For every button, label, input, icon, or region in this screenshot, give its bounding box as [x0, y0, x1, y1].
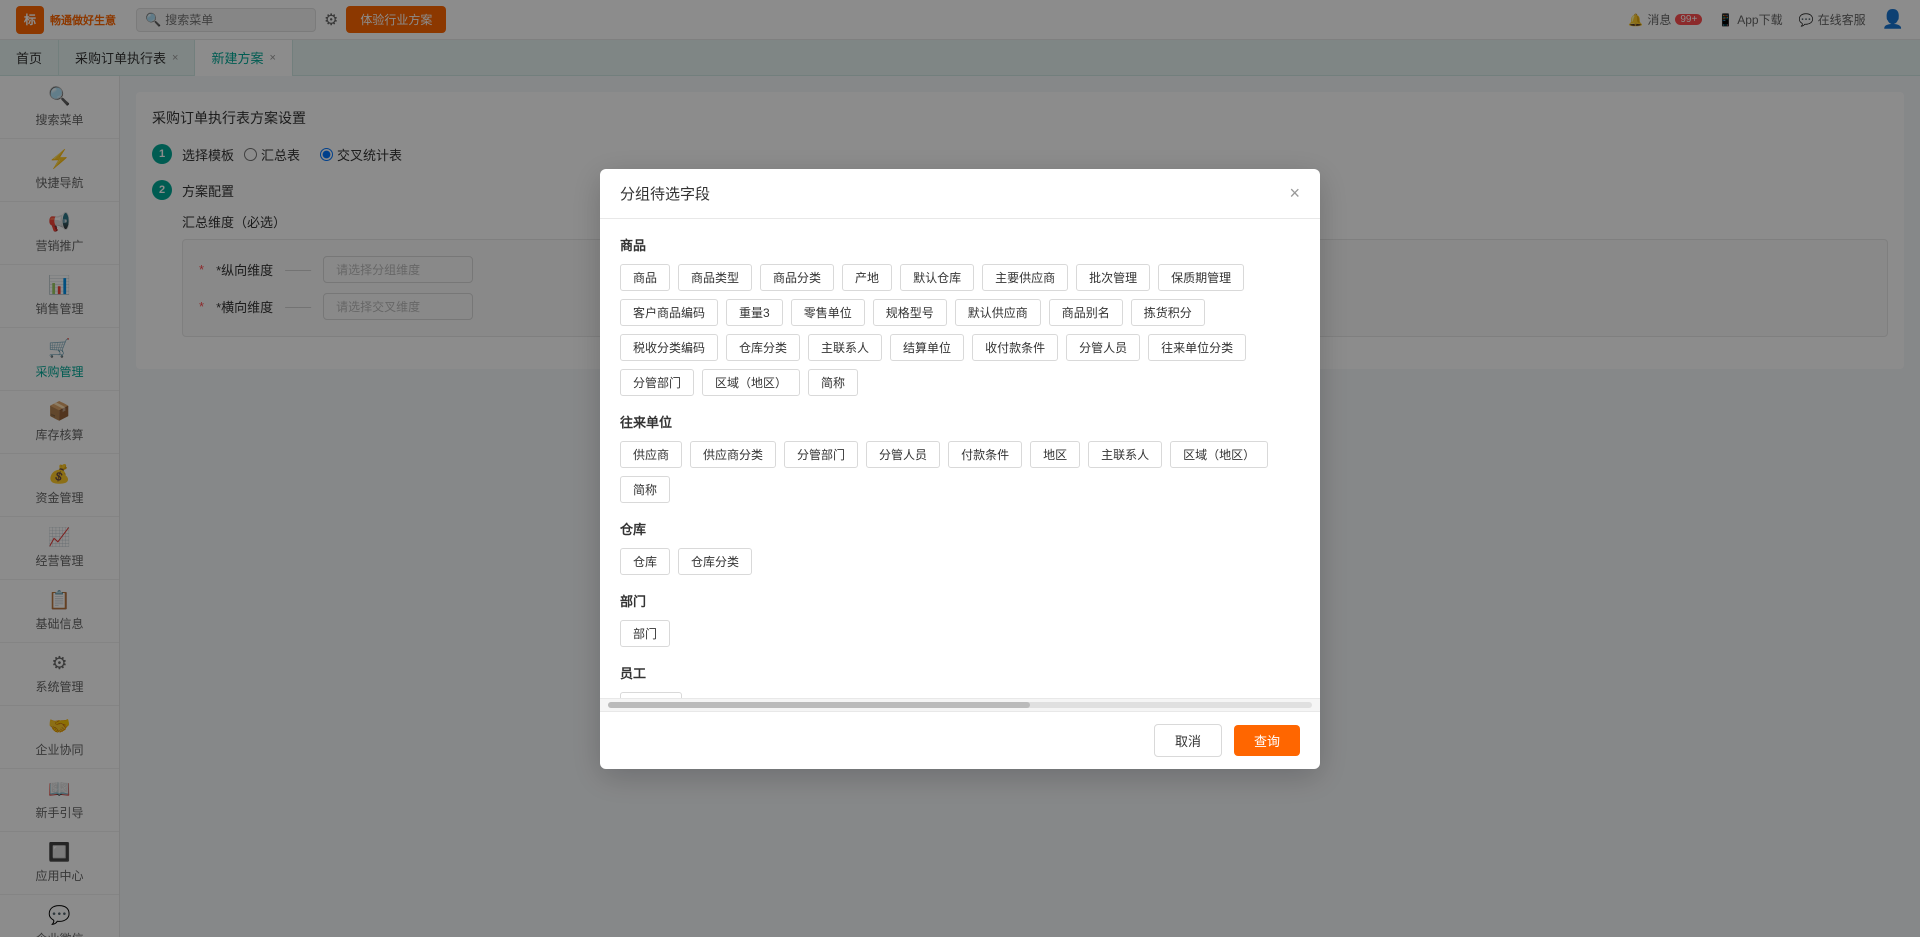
field-tag-manager[interactable]: 分管人员 [1066, 334, 1140, 361]
section-department: 部门 部门 [620, 591, 1300, 647]
field-tag-region-area-partner[interactable]: 区域（地区） [1170, 441, 1268, 468]
section-department-title: 部门 [620, 591, 1300, 610]
field-tag-warehouse-cat[interactable]: 仓库分类 [678, 548, 752, 575]
confirm-button[interactable]: 查询 [1234, 725, 1300, 756]
field-tag-retail-unit[interactable]: 零售单位 [791, 299, 865, 326]
modal-scrollbar-area [600, 698, 1320, 710]
modal-title: 分组待选字段 [620, 183, 710, 204]
field-tag-goods-type[interactable]: 商品类型 [678, 264, 752, 291]
field-tag-main-supplier[interactable]: 主要供应商 [982, 264, 1068, 291]
field-tag-region-goods[interactable]: 区域（地区） [702, 369, 800, 396]
section-partner: 往来单位 供应商 供应商分类 分管部门 分管人员 付款条件 地区 主联系人 区域… [620, 412, 1300, 503]
field-tag-supplier-category[interactable]: 供应商分类 [690, 441, 776, 468]
field-tag-warehouse[interactable]: 仓库 [620, 548, 670, 575]
field-tag-origin[interactable]: 产地 [842, 264, 892, 291]
field-tag-dept-partner[interactable]: 分管部门 [784, 441, 858, 468]
field-tag-goods-category[interactable]: 商品分类 [760, 264, 834, 291]
field-tag-goods[interactable]: 商品 [620, 264, 670, 291]
field-tag-default-supplier[interactable]: 默认供应商 [955, 299, 1041, 326]
section-warehouse: 仓库 仓库 仓库分类 [620, 519, 1300, 575]
section-employee: 员工 业务员 [620, 663, 1300, 699]
goods-field-tags: 商品 商品类型 商品分类 产地 默认仓库 主要供应商 批次管理 保质期管理 客户… [620, 264, 1300, 396]
field-tag-main-contact[interactable]: 主联系人 [808, 334, 882, 361]
section-goods: 商品 商品 商品类型 商品分类 产地 默认仓库 主要供应商 批次管理 保质期管理… [620, 235, 1300, 396]
field-tag-weight3[interactable]: 重量3 [726, 299, 783, 326]
field-tag-batch-mgmt[interactable]: 批次管理 [1076, 264, 1150, 291]
field-tag-manager-partner[interactable]: 分管人员 [866, 441, 940, 468]
field-tag-tax-code[interactable]: 税收分类编码 [620, 334, 718, 361]
modal-body: 商品 商品 商品类型 商品分类 产地 默认仓库 主要供应商 批次管理 保质期管理… [600, 219, 1320, 699]
field-tag-partner-category[interactable]: 往来单位分类 [1148, 334, 1246, 361]
field-tag-short-name-goods[interactable]: 简称 [808, 369, 858, 396]
modal-close-btn[interactable]: × [1289, 184, 1300, 202]
employee-field-tags: 业务员 [620, 692, 1300, 699]
section-partner-title: 往来单位 [620, 412, 1300, 431]
section-warehouse-title: 仓库 [620, 519, 1300, 538]
field-tag-default-warehouse[interactable]: 默认仓库 [900, 264, 974, 291]
modal-header: 分组待选字段 × [600, 169, 1320, 219]
field-tag-quality-mgmt[interactable]: 保质期管理 [1158, 264, 1244, 291]
field-tag-payment-terms[interactable]: 收付款条件 [972, 334, 1058, 361]
field-tag-dept-mgmt[interactable]: 分管部门 [620, 369, 694, 396]
partner-field-tags: 供应商 供应商分类 分管部门 分管人员 付款条件 地区 主联系人 区域（地区） … [620, 441, 1300, 503]
field-tag-salesperson[interactable]: 业务员 [620, 692, 682, 699]
warehouse-field-tags: 仓库 仓库分类 [620, 548, 1300, 575]
field-tag-settlement-unit[interactable]: 结算单位 [890, 334, 964, 361]
field-tag-spec-model[interactable]: 规格型号 [873, 299, 947, 326]
modal-overlay: 分组待选字段 × 商品 商品 商品类型 商品分类 产地 默认仓库 主要供应商 批… [0, 0, 1920, 937]
horizontal-scrollbar[interactable] [608, 702, 1312, 708]
field-tag-warehouse-category[interactable]: 仓库分类 [726, 334, 800, 361]
department-field-tags: 部门 [620, 620, 1300, 647]
field-tag-department[interactable]: 部门 [620, 620, 670, 647]
modal-field-select: 分组待选字段 × 商品 商品 商品类型 商品分类 产地 默认仓库 主要供应商 批… [600, 169, 1320, 769]
field-tag-region-partner[interactable]: 地区 [1030, 441, 1080, 468]
scrollbar-thumb [608, 702, 1030, 708]
field-tag-goods-alias[interactable]: 商品别名 [1049, 299, 1123, 326]
field-tag-main-contact-partner[interactable]: 主联系人 [1088, 441, 1162, 468]
field-tag-customer-code[interactable]: 客户商品编码 [620, 299, 718, 326]
field-tag-short-name-partner[interactable]: 简称 [620, 476, 670, 503]
cancel-button[interactable]: 取消 [1154, 724, 1222, 757]
section-goods-title: 商品 [620, 235, 1300, 254]
modal-footer: 取消 查询 [600, 711, 1320, 769]
field-tag-payment-cond[interactable]: 付款条件 [948, 441, 1022, 468]
field-tag-pick-score[interactable]: 拣货积分 [1131, 299, 1205, 326]
section-employee-title: 员工 [620, 663, 1300, 682]
field-tag-supplier[interactable]: 供应商 [620, 441, 682, 468]
